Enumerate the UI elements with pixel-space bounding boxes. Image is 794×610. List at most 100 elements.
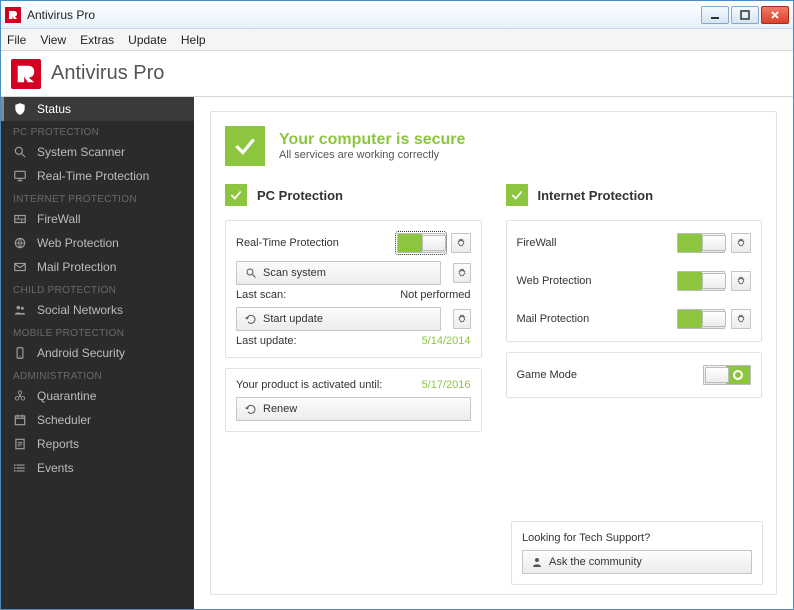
sidebar-header-mobile: MOBILE PROTECTION	[1, 322, 194, 341]
sidebar-label: Android Security	[37, 346, 125, 360]
realtime-settings-button[interactable]	[451, 233, 471, 253]
mail-toggle[interactable]	[677, 309, 725, 329]
ask-community-button[interactable]: Ask the community	[522, 550, 752, 574]
last-update-value: 5/14/2014	[422, 335, 471, 347]
last-scan-label: Last scan:	[236, 289, 400, 301]
sidebar-item-reports[interactable]: Reports	[1, 432, 194, 456]
support-prompt: Looking for Tech Support?	[522, 532, 752, 544]
window-titlebar: Antivirus Pro	[1, 1, 793, 29]
sidebar-label: Quarantine	[37, 389, 96, 403]
firewall-label: FireWall	[517, 237, 678, 249]
calendar-icon	[13, 413, 27, 427]
reports-icon	[13, 437, 27, 451]
menu-view[interactable]: View	[40, 33, 66, 47]
sidebar: Status PC PROTECTION System Scanner Real…	[1, 97, 194, 609]
web-toggle[interactable]	[677, 271, 725, 291]
sidebar-label: Web Protection	[37, 236, 119, 250]
menu-bar: File View Extras Update Help	[1, 29, 793, 51]
mail-settings-button[interactable]	[731, 309, 751, 329]
app-title: Antivirus Pro	[51, 62, 164, 85]
maximize-button[interactable]	[731, 6, 759, 24]
sidebar-item-android[interactable]: Android Security	[1, 341, 194, 365]
sidebar-label: Scheduler	[37, 413, 91, 427]
sidebar-item-firewall[interactable]: FireWall	[1, 207, 194, 231]
menu-help[interactable]: Help	[181, 33, 206, 47]
internet-section-title: Internet Protection	[538, 188, 654, 203]
web-settings-button[interactable]	[731, 271, 751, 291]
menu-file[interactable]: File	[7, 33, 26, 47]
sidebar-label: Mail Protection	[37, 260, 116, 274]
close-button[interactable]	[761, 6, 789, 24]
app-logo	[11, 59, 41, 89]
sidebar-item-web[interactable]: Web Protection	[1, 231, 194, 255]
sidebar-label: System Scanner	[37, 145, 125, 159]
menu-update[interactable]: Update	[128, 33, 167, 47]
update-settings-button[interactable]	[453, 309, 471, 329]
scan-settings-button[interactable]	[453, 263, 471, 283]
sidebar-item-mail[interactable]: Mail Protection	[1, 255, 194, 279]
sidebar-item-events[interactable]: Events	[1, 456, 194, 480]
sidebar-header-pc: PC PROTECTION	[1, 121, 194, 140]
ask-community-label: Ask the community	[549, 556, 642, 568]
person-icon	[531, 556, 543, 568]
mobile-icon	[13, 346, 27, 360]
app-header: Antivirus Pro	[1, 51, 793, 97]
check-icon	[506, 184, 528, 206]
last-scan-value: Not performed	[400, 289, 470, 301]
search-icon	[245, 267, 257, 279]
sidebar-item-social[interactable]: Social Networks	[1, 298, 194, 322]
status-check-icon	[225, 126, 265, 166]
start-update-button[interactable]: Start update	[236, 307, 441, 331]
sidebar-label: Status	[37, 102, 71, 116]
pc-section-title: PC Protection	[257, 188, 343, 203]
web-label: Web Protection	[517, 275, 678, 287]
globe-icon	[13, 236, 27, 250]
activation-value: 5/17/2016	[422, 379, 471, 391]
search-icon	[13, 145, 27, 159]
refresh-icon	[245, 403, 257, 415]
sidebar-header-internet: INTERNET PROTECTION	[1, 188, 194, 207]
main-content: Your computer is secure All services are…	[194, 97, 793, 609]
scan-button-label: Scan system	[263, 267, 326, 279]
status-subtitle: All services are working correctly	[279, 149, 465, 161]
realtime-label: Real-Time Protection	[236, 237, 397, 249]
sidebar-label: Social Networks	[37, 303, 123, 317]
check-icon	[225, 184, 247, 206]
game-mode-toggle[interactable]	[703, 365, 751, 385]
status-banner: Your computer is secure All services are…	[225, 126, 762, 166]
sidebar-item-scheduler[interactable]: Scheduler	[1, 408, 194, 432]
firewall-toggle[interactable]	[677, 233, 725, 253]
shield-icon	[13, 102, 27, 116]
activation-label: Your product is activated until:	[236, 379, 422, 391]
biohazard-icon	[13, 389, 27, 403]
sidebar-item-status[interactable]: Status	[1, 97, 194, 121]
sidebar-header-admin: ADMINISTRATION	[1, 365, 194, 384]
mail-label: Mail Protection	[517, 313, 678, 325]
firewall-settings-button[interactable]	[731, 233, 751, 253]
mail-icon	[13, 260, 27, 274]
minimize-button[interactable]	[701, 6, 729, 24]
realtime-toggle[interactable]	[397, 233, 445, 253]
status-title: Your computer is secure	[279, 131, 465, 149]
people-icon	[13, 303, 27, 317]
window-title: Antivirus Pro	[27, 8, 701, 22]
sidebar-label: Real-Time Protection	[37, 169, 149, 183]
update-button-label: Start update	[263, 313, 323, 325]
renew-button-label: Renew	[263, 403, 297, 415]
app-icon	[5, 7, 21, 23]
game-mode-label: Game Mode	[517, 369, 704, 381]
sidebar-label: FireWall	[37, 212, 81, 226]
scan-system-button[interactable]: Scan system	[236, 261, 441, 285]
sidebar-item-realtime[interactable]: Real-Time Protection	[1, 164, 194, 188]
sidebar-label: Events	[37, 461, 74, 475]
sidebar-item-quarantine[interactable]: Quarantine	[1, 384, 194, 408]
sidebar-item-scanner[interactable]: System Scanner	[1, 140, 194, 164]
monitor-icon	[13, 169, 27, 183]
renew-button[interactable]: Renew	[236, 397, 471, 421]
menu-extras[interactable]: Extras	[80, 33, 114, 47]
support-panel: Looking for Tech Support? Ask the commun…	[511, 521, 763, 585]
refresh-icon	[245, 313, 257, 325]
sidebar-header-child: CHILD PROTECTION	[1, 279, 194, 298]
last-update-label: Last update:	[236, 335, 422, 347]
list-icon	[13, 461, 27, 475]
